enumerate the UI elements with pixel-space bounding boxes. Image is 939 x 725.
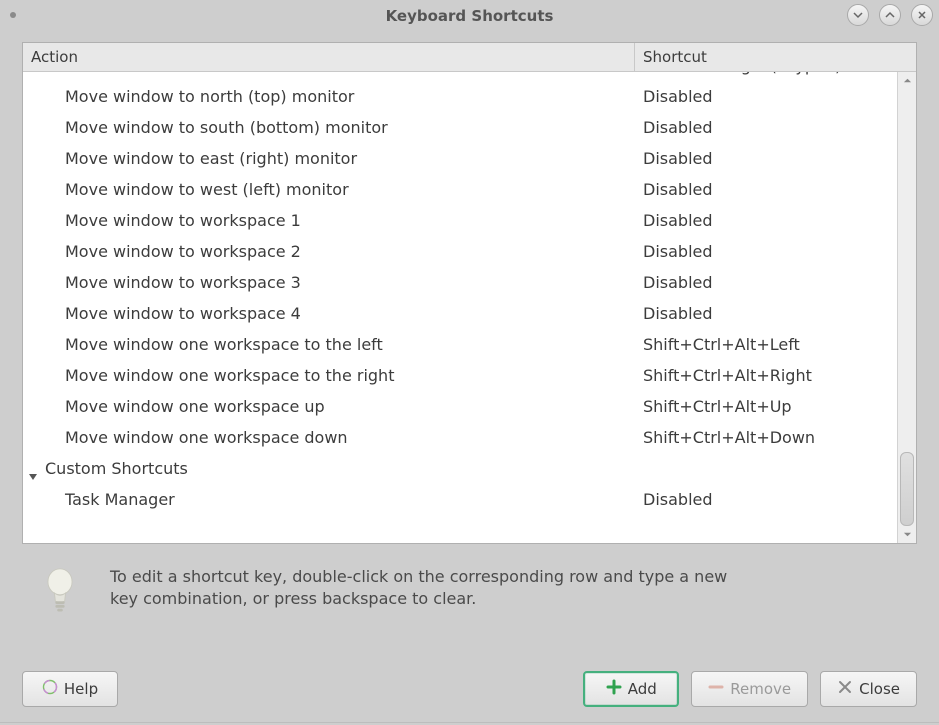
button-bar: Help Add Remove Close <box>22 657 917 707</box>
close-button[interactable]: Close <box>820 671 917 707</box>
shortcut-cell: Shift+Ctrl+Alt+Down <box>635 422 897 453</box>
list-body-wrap: Move window to center of screenCtrl+Alt+… <box>23 72 916 543</box>
table-row[interactable]: Move window one workspace downShift+Ctrl… <box>23 422 897 453</box>
action-cell: Custom Shortcuts <box>23 453 635 484</box>
table-row[interactable]: Move window to center of screenCtrl+Alt+… <box>23 72 897 81</box>
shortcut-cell: Disabled <box>635 174 897 205</box>
table-row[interactable]: Task ManagerDisabled <box>23 484 897 515</box>
shortcut-cell: Disabled <box>635 81 897 112</box>
minus-icon <box>708 679 724 699</box>
shortcut-cell: Disabled <box>635 298 897 329</box>
action-cell: Move window to workspace 2 <box>23 236 635 267</box>
titlebar: Keyboard Shortcuts <box>0 0 939 32</box>
table-row[interactable]: Move window to north (top) monitorDisabl… <box>23 81 897 112</box>
shortcut-cell: Shift+Ctrl+Alt+Left <box>635 329 897 360</box>
close-window-button[interactable] <box>911 4 933 26</box>
column-header-action[interactable]: Action <box>23 43 635 71</box>
shortcut-cell <box>635 453 897 484</box>
action-cell: Move window to center of screen <box>23 72 635 81</box>
table-row[interactable]: Move window to workspace 3Disabled <box>23 267 897 298</box>
help-icon <box>42 679 58 699</box>
table-row[interactable]: Move window to workspace 2Disabled <box>23 236 897 267</box>
shortcut-cell: Shift+Ctrl+Alt+Up <box>635 391 897 422</box>
action-cell: Move window one workspace to the right <box>23 360 635 391</box>
window-menu-dot[interactable] <box>10 12 16 18</box>
action-cell: Move window to workspace 3 <box>23 267 635 298</box>
bottom-divider <box>0 722 939 723</box>
help-button[interactable]: Help <box>22 671 118 707</box>
tip-text: To edit a shortcut key, double-click on … <box>110 566 750 609</box>
shortcut-cell: Disabled <box>635 205 897 236</box>
table-row[interactable]: Move window to south (bottom) monitorDis… <box>23 112 897 143</box>
window-title: Keyboard Shortcuts <box>386 7 554 25</box>
shortcut-cell: Disabled <box>635 112 897 143</box>
shortcut-cell: Disabled <box>635 267 897 298</box>
add-button[interactable]: Add <box>583 671 679 707</box>
client-area: Action Shortcut Move window to center of… <box>22 42 917 707</box>
table-row[interactable]: Move window to east (right) monitorDisab… <box>23 143 897 174</box>
remove-button: Remove <box>691 671 808 707</box>
list-header: Action Shortcut <box>23 43 916 72</box>
shortcut-cell: Ctrl+Alt+Begin (keypad) <box>635 72 897 81</box>
table-row[interactable]: Move window to west (left) monitorDisabl… <box>23 174 897 205</box>
shortcut-cell: Disabled <box>635 143 897 174</box>
action-cell: Move window to west (left) monitor <box>23 174 635 205</box>
vertical-scrollbar[interactable] <box>897 72 916 543</box>
table-row[interactable]: Move window to workspace 4Disabled <box>23 298 897 329</box>
action-cell: Move window to workspace 4 <box>23 298 635 329</box>
help-label: Help <box>64 680 98 698</box>
expander-icon[interactable] <box>27 462 39 493</box>
shortcut-list: Action Shortcut Move window to center of… <box>22 42 917 544</box>
action-cell: Task Manager <box>23 484 635 515</box>
group-row[interactable]: Custom Shortcuts <box>23 453 897 484</box>
action-cell: Move window one workspace to the left <box>23 329 635 360</box>
table-row[interactable]: Move window one workspace upShift+Ctrl+A… <box>23 391 897 422</box>
shortcut-cell: Disabled <box>635 484 897 515</box>
column-header-shortcut[interactable]: Shortcut <box>635 43 916 71</box>
tip-area: To edit a shortcut key, double-click on … <box>22 562 917 618</box>
action-cell: Move window to north (top) monitor <box>23 81 635 112</box>
action-cell: Move window to workspace 1 <box>23 205 635 236</box>
action-cell: Move window one workspace up <box>23 391 635 422</box>
shortcut-cell: Disabled <box>635 236 897 267</box>
minimize-button[interactable] <box>847 4 869 26</box>
list-body: Move window to center of screenCtrl+Alt+… <box>23 72 897 543</box>
action-cell: Move window to south (bottom) monitor <box>23 112 635 143</box>
action-cell: Move window one workspace down <box>23 422 635 453</box>
scroll-down-button[interactable] <box>898 526 916 543</box>
shortcut-cell: Shift+Ctrl+Alt+Right <box>635 360 897 391</box>
action-cell: Move window to east (right) monitor <box>23 143 635 174</box>
table-row[interactable]: Move window to workspace 1Disabled <box>23 205 897 236</box>
close-icon <box>837 679 853 699</box>
scroll-up-button[interactable] <box>898 72 916 89</box>
remove-label: Remove <box>730 680 791 698</box>
window-controls <box>847 4 933 26</box>
add-label: Add <box>628 680 657 698</box>
plus-icon <box>606 679 622 699</box>
maximize-button[interactable] <box>879 4 901 26</box>
table-row[interactable]: Move window one workspace to the leftShi… <box>23 329 897 360</box>
keyboard-shortcuts-window: Keyboard Shortcuts Action Shortcut Move … <box>0 0 939 725</box>
scrollbar-thumb[interactable] <box>900 452 914 526</box>
lightbulb-icon <box>38 566 82 618</box>
close-label: Close <box>859 680 900 698</box>
table-row[interactable]: Move window one workspace to the rightSh… <box>23 360 897 391</box>
